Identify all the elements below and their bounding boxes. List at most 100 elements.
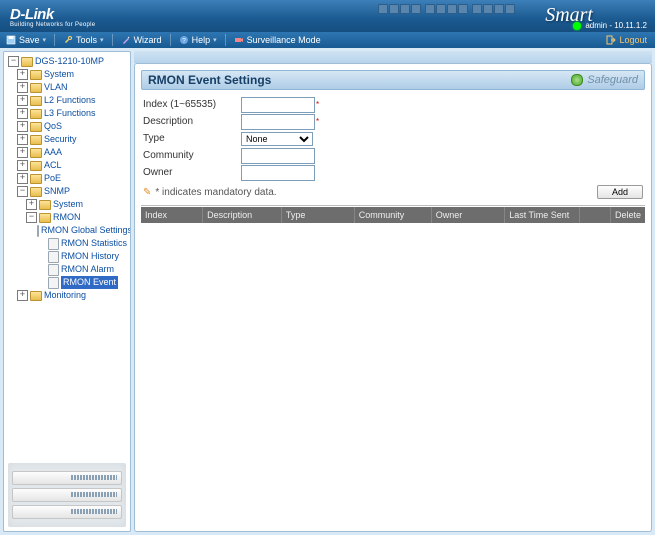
index-input[interactable]	[241, 97, 315, 113]
folder-icon	[30, 96, 42, 106]
expand-icon[interactable]: +	[17, 121, 28, 132]
menu-wizard[interactable]: Wizard	[115, 32, 168, 48]
col-community: Community	[354, 207, 431, 223]
menu-tools[interactable]: Tools ▾	[57, 32, 110, 48]
expand-icon[interactable]: +	[17, 290, 28, 301]
safeguard-label: Safeguard	[587, 74, 638, 86]
expand-icon[interactable]: +	[17, 173, 28, 184]
tree-l3[interactable]: +L3 Functions	[17, 107, 128, 120]
menu-tools-label: Tools	[76, 35, 97, 45]
expand-icon[interactable]: +	[17, 95, 28, 106]
owner-input[interactable]	[241, 165, 315, 181]
folder-icon	[30, 122, 42, 132]
folder-icon	[30, 174, 42, 184]
expand-icon[interactable]: +	[17, 69, 28, 80]
table-header-row: Index Description Type Community Owner L…	[141, 207, 645, 223]
menu-surveillance-label: Surveillance Mode	[247, 35, 321, 45]
col-delete: Delete	[610, 207, 645, 223]
expand-icon[interactable]: +	[17, 134, 28, 145]
folder-icon	[30, 291, 42, 301]
expand-icon[interactable]: +	[26, 199, 37, 210]
tree-security[interactable]: +Security	[17, 133, 128, 146]
user-label: admin - 10.11.1.2	[585, 21, 647, 30]
nav-tree: −DGS-1210-10MP +System +VLAN +L2 Functio…	[4, 52, 130, 459]
device-image	[8, 463, 126, 527]
tree-vlan[interactable]: +VLAN	[17, 81, 128, 94]
chevron-down-icon: ▾	[43, 36, 47, 44]
col-type: Type	[281, 207, 354, 223]
tree-rmon-event[interactable]: RMON Event	[35, 276, 128, 289]
wizard-icon	[121, 35, 131, 45]
tree-rmon-alarm[interactable]: RMON Alarm	[35, 263, 128, 276]
port-array-graphic	[378, 4, 515, 14]
tree-rmon-history[interactable]: RMON History	[35, 250, 128, 263]
help-icon: ?	[179, 35, 189, 45]
expand-icon[interactable]: +	[17, 147, 28, 158]
event-form: Index (1~65535) * Description * Type Non…	[141, 96, 645, 199]
chevron-down-icon: ▾	[100, 36, 104, 44]
app-header: D-Link Building Networks for People Smar…	[0, 0, 655, 32]
menu-help-label: Help	[192, 35, 211, 45]
menu-save[interactable]: Save ▾	[0, 32, 52, 48]
add-button[interactable]: Add	[597, 185, 643, 199]
col-owner: Owner	[431, 207, 505, 223]
page-icon	[48, 238, 59, 250]
expand-icon[interactable]: +	[17, 160, 28, 171]
menu-bar: Save ▾ Tools ▾ Wizard ? Help ▾ Surveilla…	[0, 32, 655, 48]
logout-label: Logout	[619, 35, 647, 45]
tree-l2[interactable]: +L2 Functions	[17, 94, 128, 107]
pencil-icon: ✎	[143, 187, 151, 198]
tree-qos[interactable]: +QoS	[17, 120, 128, 133]
community-input[interactable]	[241, 148, 315, 164]
tree-rmon-global[interactable]: RMON Global Settings	[35, 224, 128, 237]
save-icon	[6, 35, 16, 45]
collapse-icon[interactable]: −	[8, 56, 19, 67]
status-dot-icon	[573, 22, 581, 30]
page-icon	[37, 225, 39, 237]
switch-graphic	[12, 488, 122, 502]
sidebar: −DGS-1210-10MP +System +VLAN +L2 Functio…	[3, 51, 131, 532]
menu-help[interactable]: ? Help ▾	[173, 32, 223, 48]
folder-icon	[21, 57, 33, 67]
tab-strip	[134, 51, 652, 63]
page-title-bar: RMON Event Settings Safeguard	[141, 70, 645, 90]
expand-icon[interactable]: +	[17, 108, 28, 119]
switch-graphic	[12, 471, 122, 485]
page-icon	[48, 277, 59, 289]
chevron-down-icon: ▾	[213, 36, 217, 44]
logout-link[interactable]: Logout	[606, 35, 647, 45]
tree-system[interactable]: +System	[17, 68, 128, 81]
tree-snmp[interactable]: −SNMP	[17, 185, 128, 198]
tree-device[interactable]: −DGS-1210-10MP	[8, 55, 128, 68]
collapse-icon[interactable]: −	[26, 212, 37, 223]
tree-aaa[interactable]: +AAA	[17, 146, 128, 159]
tree-monitoring[interactable]: +Monitoring	[17, 289, 128, 302]
description-input[interactable]	[241, 114, 315, 130]
col-description: Description	[203, 207, 282, 223]
col-blank	[579, 207, 610, 223]
divider	[141, 205, 645, 206]
menu-save-label: Save	[19, 35, 40, 45]
mandatory-mark: *	[316, 100, 319, 109]
page-icon	[48, 264, 59, 276]
folder-icon	[30, 161, 42, 171]
expand-icon[interactable]: +	[17, 82, 28, 93]
tools-icon	[63, 35, 73, 45]
tree-snmp-system[interactable]: +System	[26, 198, 128, 211]
tree-acl[interactable]: +ACL	[17, 159, 128, 172]
brand-tagline: Building Networks for People	[10, 22, 95, 28]
type-select[interactable]: None	[241, 132, 313, 146]
tree-poe[interactable]: +PoE	[17, 172, 128, 185]
tree-rmon-stats[interactable]: RMON Statistics	[35, 237, 128, 250]
folder-icon	[30, 148, 42, 158]
page-title: RMON Event Settings	[148, 73, 271, 87]
menu-surveillance[interactable]: Surveillance Mode	[228, 32, 327, 48]
tree-snmp-rmon[interactable]: −RMON	[26, 211, 128, 224]
folder-icon	[30, 70, 42, 80]
event-table: Index Description Type Community Owner L…	[141, 207, 645, 223]
collapse-icon[interactable]: −	[17, 186, 28, 197]
folder-icon	[30, 135, 42, 145]
label-index: Index (1~65535)	[143, 99, 241, 110]
folder-icon	[30, 83, 42, 93]
user-indicator: admin - 10.11.1.2	[573, 21, 647, 30]
